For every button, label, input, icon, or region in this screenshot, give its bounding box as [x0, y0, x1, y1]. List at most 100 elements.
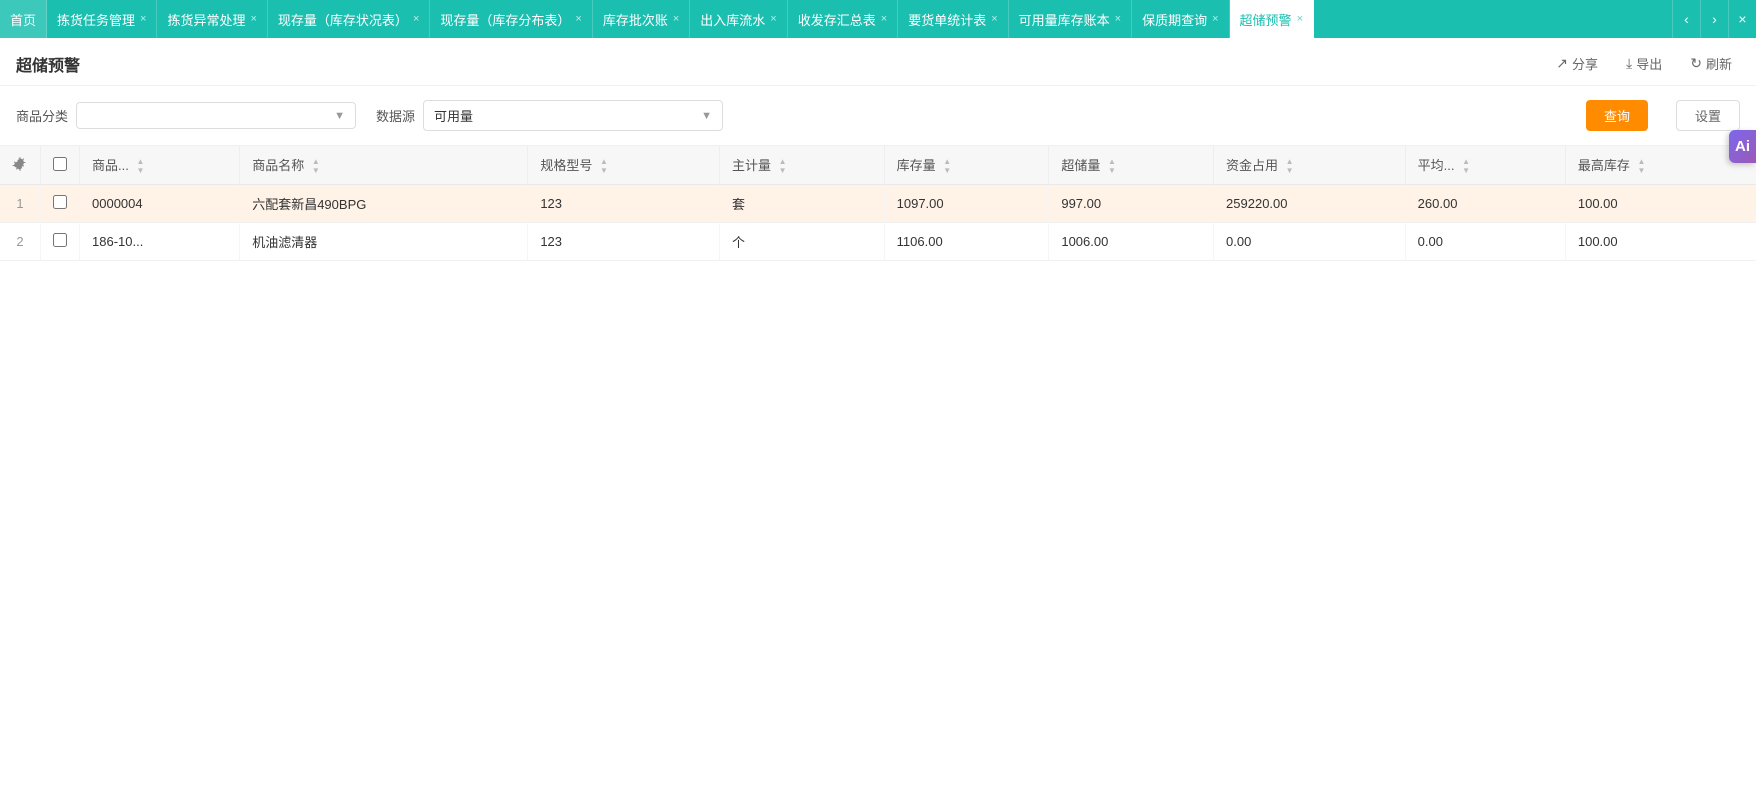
nav-item-超储预警[interactable]: 超储预警 ×: [1230, 0, 1314, 38]
nav-item-拣货异常处理[interactable]: 拣货异常处理 ×: [157, 0, 267, 38]
nav-arrows: ‹ › ×: [1672, 0, 1756, 38]
table-row: 2 186-10... 机油滤清器 123 个 1106.00 1006.00 …: [0, 223, 1756, 261]
row-avg-2: 0.00: [1405, 223, 1565, 261]
datasource-select[interactable]: 可用量 ▼: [423, 100, 723, 131]
datasource-chevron-icon: ▼: [701, 110, 712, 122]
nav-close-icon[interactable]: ×: [1297, 13, 1303, 25]
th-max-stock[interactable]: 最高库存 ▲▼: [1565, 146, 1756, 185]
th-stock[interactable]: 库存量 ▲▼: [884, 146, 1049, 185]
datasource-filter: 数据源 可用量 ▼: [376, 100, 723, 131]
category-select[interactable]: ▼: [76, 102, 356, 129]
data-table: 商品... ▲▼ 商品名称 ▲▼ 规格型号 ▲▼: [0, 146, 1756, 261]
sort-arrows-spec: ▲▼: [600, 158, 608, 176]
row-num-2: 2: [0, 223, 41, 261]
sort-arrows-stock: ▲▼: [943, 158, 951, 176]
export-label: 导出: [1636, 54, 1662, 73]
row-product-code-1: 0000004: [80, 185, 240, 223]
nav-close-arrow[interactable]: ×: [1728, 0, 1756, 38]
sort-arrows-unit: ▲▼: [779, 158, 787, 176]
nav-close-icon[interactable]: ×: [250, 13, 256, 25]
nav-item-首页[interactable]: 首页: [0, 0, 47, 38]
row-overstock-2: 1006.00: [1049, 223, 1214, 261]
row-max-stock-2: 100.00: [1565, 223, 1756, 261]
refresh-icon: ↻: [1690, 55, 1702, 72]
th-avg[interactable]: 平均... ▲▼: [1405, 146, 1565, 185]
nav-item-可用量库存账本[interactable]: 可用量库存账本 ×: [1009, 0, 1132, 38]
th-capital[interactable]: 资金占用 ▲▼: [1214, 146, 1406, 185]
row-num-1: 1: [0, 185, 41, 223]
row-checkbox-cell-1: [41, 185, 80, 223]
sort-arrows-avg: ▲▼: [1462, 158, 1470, 176]
nav-item-库存批次账[interactable]: 库存批次账 ×: [593, 0, 690, 38]
th-product-name[interactable]: 商品名称 ▲▼: [240, 146, 528, 185]
nav-close-icon[interactable]: ×: [770, 13, 776, 25]
refresh-button[interactable]: ↻ 刷新: [1682, 50, 1740, 77]
sort-arrows-capital: ▲▼: [1286, 158, 1294, 176]
query-button[interactable]: 查询: [1586, 100, 1648, 131]
nav-item-现存量-库存状况表-[interactable]: 现存量（库存状况表） ×: [268, 0, 430, 38]
header-actions: ↗ 分享 ⤓ 导出 ↻ 刷新: [1548, 50, 1740, 77]
row-max-stock-1: 100.00: [1565, 185, 1756, 223]
nav-close-icon[interactable]: ×: [1115, 13, 1121, 25]
nav-item-收发存汇总表[interactable]: 收发存汇总表 ×: [788, 0, 898, 38]
nav-close-icon[interactable]: ×: [140, 13, 146, 25]
th-overstock[interactable]: 超储量 ▲▼: [1049, 146, 1214, 185]
nav-item-保质期查询[interactable]: 保质期查询 ×: [1132, 0, 1229, 38]
nav-close-icon[interactable]: ×: [1212, 13, 1218, 25]
sort-arrows-product-code: ▲▼: [136, 158, 144, 176]
row-unit-1: 套: [719, 185, 884, 223]
ai-badge[interactable]: Ai: [1729, 130, 1756, 163]
row-spec-1: 123: [528, 185, 720, 223]
page-header: 超储预警 ↗ 分享 ⤓ 导出 ↻ 刷新: [0, 38, 1756, 86]
row-capital-2: 0.00: [1214, 223, 1406, 261]
category-filter: 商品分类 ▼: [16, 102, 356, 129]
share-button[interactable]: ↗ 分享: [1548, 50, 1606, 77]
row-checkbox-1[interactable]: [53, 195, 67, 209]
refresh-label: 刷新: [1706, 54, 1732, 73]
row-stock-2: 1106.00: [884, 223, 1049, 261]
category-label: 商品分类: [16, 106, 68, 125]
row-overstock-1: 997.00: [1049, 185, 1214, 223]
page-content: 超储预警 ↗ 分享 ⤓ 导出 ↻ 刷新 商品分类 ▼ 数据源: [0, 38, 1756, 800]
checkbox-column-header: [41, 146, 80, 185]
datasource-label: 数据源: [376, 106, 415, 125]
nav-close-icon[interactable]: ×: [673, 13, 679, 25]
nav-item-现存量-库存分布表-[interactable]: 现存量（库存分布表） ×: [430, 0, 592, 38]
table-wrapper: 商品... ▲▼ 商品名称 ▲▼ 规格型号 ▲▼: [0, 146, 1756, 261]
settings-gear-icon[interactable]: [12, 156, 28, 172]
th-product-code[interactable]: 商品... ▲▼: [80, 146, 240, 185]
export-button[interactable]: ⤓ 导出: [1618, 50, 1670, 77]
nav-left-arrow[interactable]: ‹: [1672, 0, 1700, 38]
nav-right-arrow[interactable]: ›: [1700, 0, 1728, 38]
nav-item-要货单统计表[interactable]: 要货单统计表 ×: [898, 0, 1008, 38]
table-header-row: 商品... ▲▼ 商品名称 ▲▼ 规格型号 ▲▼: [0, 146, 1756, 185]
category-select-value: [87, 108, 91, 123]
page-title: 超储预警: [16, 52, 80, 76]
settings-button[interactable]: 设置: [1676, 100, 1740, 131]
nav-close-icon[interactable]: ×: [413, 13, 419, 25]
nav-close-icon[interactable]: ×: [881, 13, 887, 25]
share-label: 分享: [1572, 54, 1598, 73]
nav-item-出入库流水[interactable]: 出入库流水 ×: [690, 0, 787, 38]
row-avg-1: 260.00: [1405, 185, 1565, 223]
gear-column-header: [0, 146, 41, 185]
sort-arrows-overstock: ▲▼: [1108, 158, 1116, 176]
nav-close-icon[interactable]: ×: [575, 13, 581, 25]
share-icon: ↗: [1556, 55, 1568, 72]
select-all-checkbox[interactable]: [53, 157, 67, 171]
row-unit-2: 个: [719, 223, 884, 261]
th-unit[interactable]: 主计量 ▲▼: [719, 146, 884, 185]
datasource-select-value: 可用量: [434, 106, 473, 125]
row-product-name-2: 机油滤清器: [240, 223, 528, 261]
sort-arrows-product-name: ▲▼: [312, 158, 320, 176]
row-capital-1: 259220.00: [1214, 185, 1406, 223]
top-nav: 首页拣货任务管理 ×拣货异常处理 ×现存量（库存状况表） ×现存量（库存分布表）…: [0, 0, 1756, 38]
row-product-name-1: 六配套新昌490BPG: [240, 185, 528, 223]
export-icon: ⤓: [1626, 55, 1632, 72]
th-spec[interactable]: 规格型号 ▲▼: [528, 146, 720, 185]
nav-close-icon[interactable]: ×: [991, 13, 997, 25]
nav-item-拣货任务管理[interactable]: 拣货任务管理 ×: [47, 0, 157, 38]
filter-bar: 商品分类 ▼ 数据源 可用量 ▼ 查询 设置: [0, 86, 1756, 146]
table-row: 1 0000004 六配套新昌490BPG 123 套 1097.00 997.…: [0, 185, 1756, 223]
row-checkbox-2[interactable]: [53, 233, 67, 247]
